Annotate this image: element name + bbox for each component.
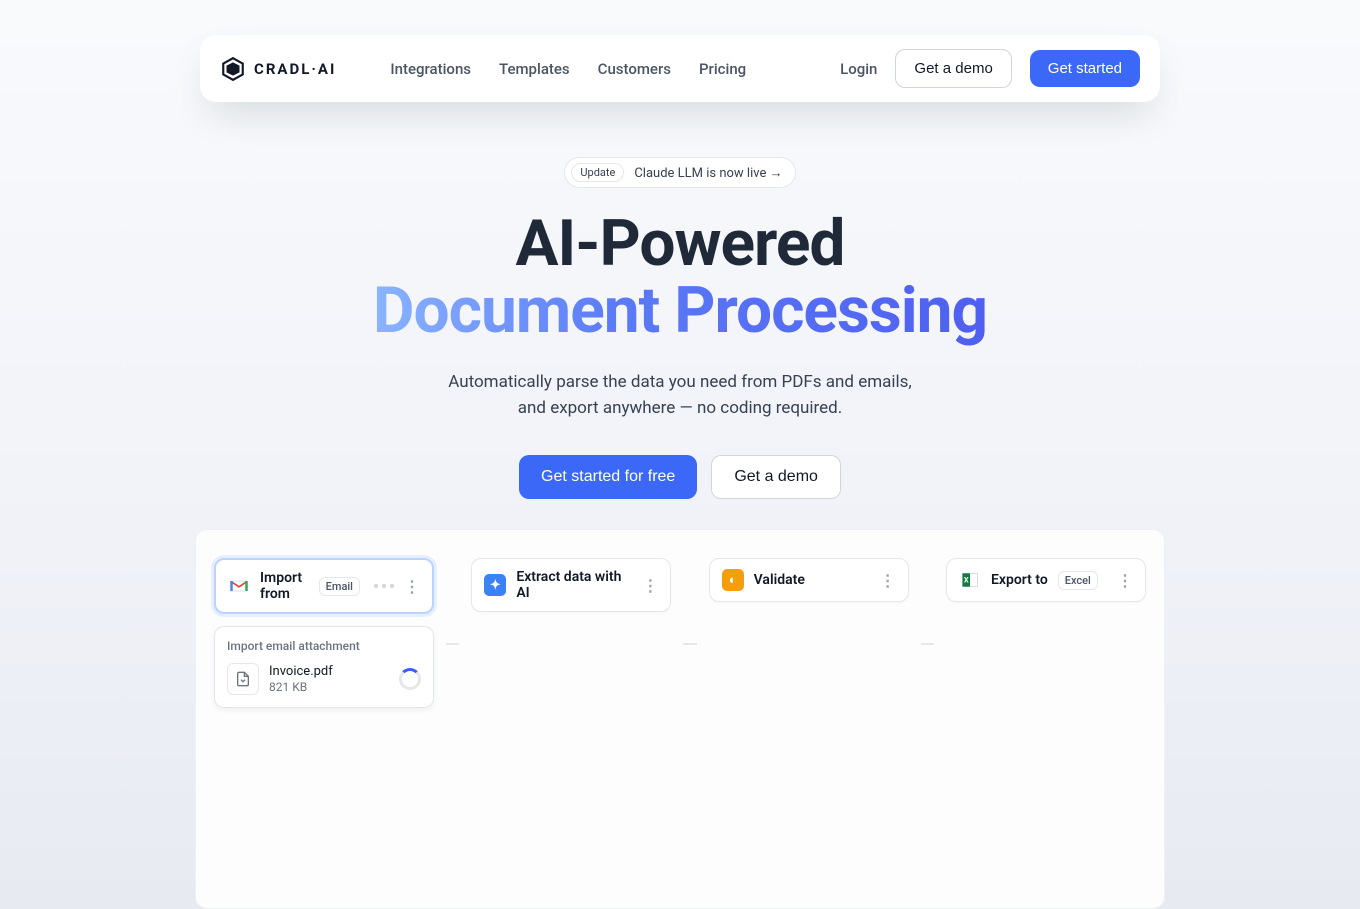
gmail-icon: [228, 575, 250, 597]
hero-sub2: and export anywhere — no coding required…: [0, 396, 1360, 422]
hex-logo-icon: [220, 56, 246, 82]
nav-link-integrations[interactable]: Integrations: [390, 60, 471, 78]
hero-subtext: Automatically parse the data you need fr…: [0, 370, 1360, 421]
login-link[interactable]: Login: [840, 60, 877, 78]
validate-icon: ◐: [722, 569, 744, 591]
import-detail-card: Import email attachment Invoice.pdf 821 …: [214, 626, 434, 708]
step-extract-label: Extract data with AI: [516, 569, 632, 601]
file-size: 821 KB: [269, 680, 333, 694]
connector: [921, 643, 934, 645]
file-name: Invoice.pdf: [269, 664, 333, 680]
step-import[interactable]: Import from Email ⋮: [214, 558, 434, 614]
step-validate-more-icon[interactable]: ⋮: [880, 571, 896, 590]
step-import-chip: Email: [319, 577, 360, 596]
file-row: Invoice.pdf 821 KB: [227, 663, 421, 695]
pdf-file-icon: [227, 663, 259, 695]
excel-icon: X: [959, 569, 981, 591]
step-validate[interactable]: ◐ Validate ⋮: [709, 558, 909, 602]
hero-sub1: Automatically parse the data you need fr…: [0, 370, 1360, 396]
step-extract[interactable]: ✦ Extract data with AI ⋮: [471, 558, 671, 612]
brand-text: CRADL·AI: [254, 60, 336, 78]
cta-demo-button[interactable]: Get a demo: [711, 455, 841, 499]
top-nav: CRADL·AI Integrations Templates Customer…: [200, 35, 1160, 102]
detail-title: Import email attachment: [227, 639, 421, 653]
svg-text:X: X: [964, 576, 969, 585]
step-export-more-icon[interactable]: ⋮: [1117, 571, 1133, 590]
loading-spinner-icon: [399, 668, 421, 690]
get-started-button[interactable]: Get started: [1030, 50, 1140, 87]
cta-start-button[interactable]: Get started for free: [519, 455, 697, 499]
nav-links: Integrations Templates Customers Pricing: [390, 60, 746, 78]
hero: AI-Powered Document Processing Automatic…: [0, 210, 1360, 499]
update-pill[interactable]: Update Claude LLM is now live →: [564, 157, 795, 188]
step-export-label: Export to: [991, 572, 1048, 588]
step-export[interactable]: X Export to Excel ⋮: [946, 558, 1146, 602]
update-text: Claude LLM is now live →: [634, 165, 782, 181]
nav-right: Login Get a demo Get started: [840, 49, 1140, 88]
update-badge: Update: [571, 163, 624, 182]
connector: [683, 643, 696, 645]
hero-line2: Document Processing: [373, 273, 987, 348]
hero-line1: AI-Powered: [516, 206, 845, 281]
step-export-chip: Excel: [1058, 571, 1098, 590]
nav-link-templates[interactable]: Templates: [499, 60, 570, 78]
step-validate-label: Validate: [754, 572, 805, 588]
workflow-steps-row: Import from Email ⋮ Import email attachm…: [214, 558, 1146, 708]
demo-button[interactable]: Get a demo: [895, 49, 1011, 88]
brand-logo[interactable]: CRADL·AI: [220, 56, 336, 82]
workflow-panel: Import from Email ⋮ Import email attachm…: [195, 529, 1165, 909]
connector: [446, 643, 459, 645]
step-extract-more-icon[interactable]: ⋮: [642, 576, 658, 595]
sparkle-icon: ✦: [484, 574, 506, 596]
step-import-label: Import from: [260, 570, 309, 602]
hero-heading: AI-Powered Document Processing: [0, 210, 1360, 344]
step-import-more-icon[interactable]: ⋮: [404, 577, 420, 596]
workflow-col-import: Import from Email ⋮ Import email attachm…: [214, 558, 434, 708]
hero-cta: Get started for free Get a demo: [0, 455, 1360, 499]
file-meta: Invoice.pdf 821 KB: [269, 664, 333, 694]
step-import-progress-dots: [374, 584, 394, 588]
nav-link-customers[interactable]: Customers: [598, 60, 671, 78]
nav-link-pricing[interactable]: Pricing: [699, 60, 746, 78]
